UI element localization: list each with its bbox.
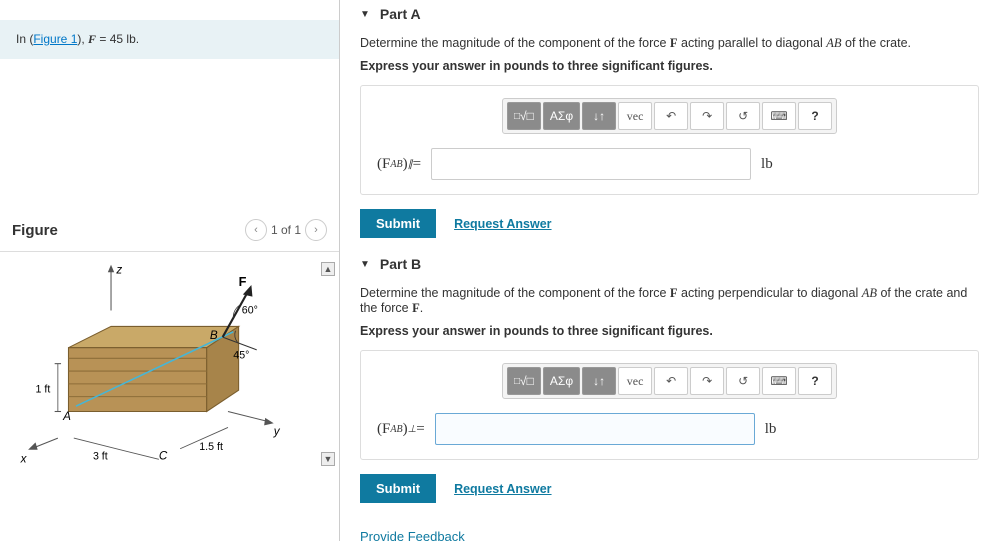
scripts-button[interactable]: ↓↑ xyxy=(582,102,616,130)
part-b-instructions: Express your answer in pounds to three s… xyxy=(360,324,979,338)
part-b-answer-panel: □√□ ΑΣφ ↓↑ vec ↶ ↷ ↺ ⌨ ? (FAB)⊥ = lb xyxy=(360,350,979,460)
templates-button[interactable]: □√□ xyxy=(507,367,541,395)
part-a-unit: lb xyxy=(761,156,773,173)
part-a-title: Part A xyxy=(380,6,421,22)
crate-figure: z y x B A C xyxy=(10,252,329,475)
vec-button[interactable]: vec xyxy=(618,367,652,395)
svg-text:A: A xyxy=(62,410,71,423)
redo-button[interactable]: ↷ xyxy=(690,102,724,130)
part-a-submit-button[interactable]: Submit xyxy=(360,209,436,238)
scroll-up-icon[interactable]: ▲ xyxy=(321,262,335,276)
svg-text:x: x xyxy=(20,453,28,466)
svg-text:1.5 ft: 1.5 ft xyxy=(199,441,223,453)
part-a-answer-input[interactable] xyxy=(431,148,751,180)
svg-text:z: z xyxy=(115,264,122,277)
part-a-prompt: Determine the magnitude of the component… xyxy=(360,36,979,51)
keyboard-button[interactable]: ⌨ xyxy=(762,102,796,130)
scripts-button[interactable]: ↓↑ xyxy=(582,367,616,395)
svg-text:C: C xyxy=(159,450,168,463)
scroll-down-icon[interactable]: ▼ xyxy=(321,452,335,466)
provide-feedback-link[interactable]: Provide Feedback xyxy=(360,529,465,541)
figure-pager: ‹ 1 of 1 › xyxy=(245,219,327,241)
figure-link[interactable]: Figure 1 xyxy=(33,32,77,46)
part-b-actions: Submit Request Answer xyxy=(360,474,979,503)
redo-button[interactable]: ↷ xyxy=(690,367,724,395)
stmt-var: F xyxy=(88,32,96,46)
part-a-lhs: (FAB)∥ = xyxy=(377,156,421,173)
pager-label: 1 of 1 xyxy=(271,223,301,237)
part-b-unit: lb xyxy=(765,421,777,438)
stmt-eq: = 45 lb. xyxy=(96,32,139,46)
undo-button[interactable]: ↶ xyxy=(654,102,688,130)
chevron-down-icon: ▼ xyxy=(360,259,370,270)
help-button[interactable]: ? xyxy=(798,367,832,395)
part-a-answer-row: (FAB)∥ = lb xyxy=(377,148,962,180)
svg-text:45°: 45° xyxy=(233,350,249,362)
reset-button[interactable]: ↺ xyxy=(726,102,760,130)
part-a-instructions: Express your answer in pounds to three s… xyxy=(360,59,979,73)
svg-text:B: B xyxy=(210,330,218,343)
part-b-lhs: (FAB)⊥ = xyxy=(377,421,425,438)
svg-text:60°: 60° xyxy=(242,305,258,317)
figure-body: z y x B A C xyxy=(0,251,339,476)
keyboard-button[interactable]: ⌨ xyxy=(762,367,796,395)
part-b: ▼ Part B Determine the magnitude of the … xyxy=(360,256,979,503)
figure-scrollbar[interactable]: ▲ ▼ xyxy=(321,262,335,466)
help-button[interactable]: ? xyxy=(798,102,832,130)
part-a-answer-panel: □√□ ΑΣφ ↓↑ vec ↶ ↷ ↺ ⌨ ? (FAB)∥ = lb xyxy=(360,85,979,195)
undo-button[interactable]: ↶ xyxy=(654,367,688,395)
part-b-prompt: Determine the magnitude of the component… xyxy=(360,286,979,316)
stmt-text2: ), xyxy=(77,32,88,46)
figure-title: Figure xyxy=(12,222,58,239)
part-b-toolbar: □√□ ΑΣφ ↓↑ vec ↶ ↷ ↺ ⌨ ? xyxy=(502,363,837,399)
part-b-title: Part B xyxy=(380,256,421,272)
part-a-request-answer[interactable]: Request Answer xyxy=(454,217,551,231)
svg-text:3 ft: 3 ft xyxy=(93,451,108,463)
left-pane: In (Figure 1), F = 45 lb. Figure ‹ 1 of … xyxy=(0,0,340,541)
part-a-toolbar: □√□ ΑΣφ ↓↑ vec ↶ ↷ ↺ ⌨ ? xyxy=(502,98,837,134)
part-b-header[interactable]: ▼ Part B xyxy=(360,256,979,272)
part-b-request-answer[interactable]: Request Answer xyxy=(454,482,551,496)
vec-button[interactable]: vec xyxy=(618,102,652,130)
prev-figure-button[interactable]: ‹ xyxy=(245,219,267,241)
stmt-text: In ( xyxy=(16,32,33,46)
problem-statement: In (Figure 1), F = 45 lb. xyxy=(0,20,339,59)
greek-button[interactable]: ΑΣφ xyxy=(543,367,580,395)
part-a: ▼ Part A Determine the magnitude of the … xyxy=(360,6,979,238)
reset-button[interactable]: ↺ xyxy=(726,367,760,395)
right-pane: ▼ Part A Determine the magnitude of the … xyxy=(340,0,989,541)
greek-button[interactable]: ΑΣφ xyxy=(543,102,580,130)
svg-text:y: y xyxy=(273,425,281,438)
part-a-header[interactable]: ▼ Part A xyxy=(360,6,979,22)
part-a-actions: Submit Request Answer xyxy=(360,209,979,238)
templates-button[interactable]: □√□ xyxy=(507,102,541,130)
part-b-answer-row: (FAB)⊥ = lb xyxy=(377,413,962,445)
figure-header: Figure ‹ 1 of 1 › xyxy=(0,219,339,241)
svg-text:F: F xyxy=(239,274,247,289)
part-b-submit-button[interactable]: Submit xyxy=(360,474,436,503)
part-b-answer-input[interactable] xyxy=(435,413,755,445)
chevron-down-icon: ▼ xyxy=(360,9,370,20)
svg-text:1 ft: 1 ft xyxy=(36,384,51,396)
next-figure-button[interactable]: › xyxy=(305,219,327,241)
